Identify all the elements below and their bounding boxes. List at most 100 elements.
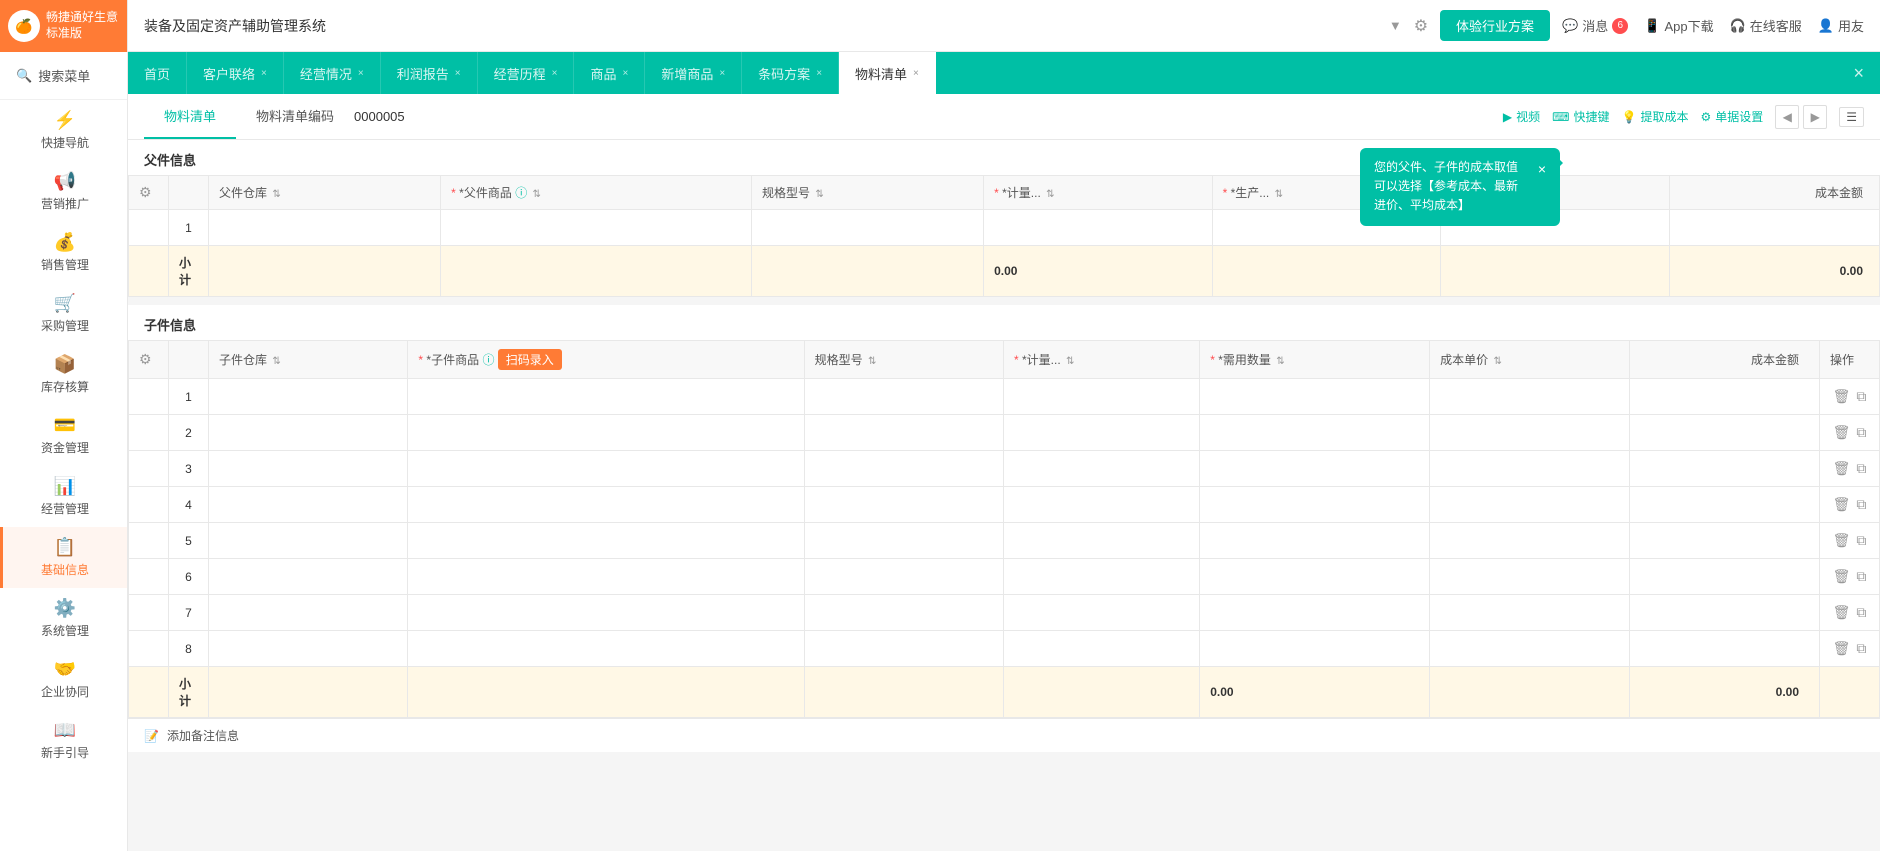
tab-home[interactable]: 首页 bbox=[128, 52, 187, 94]
sort-icon[interactable]: ⇅ bbox=[272, 356, 280, 367]
sidebar-item-finance[interactable]: 💳 资金管理 bbox=[0, 405, 127, 466]
td-child-quantity[interactable] bbox=[1200, 631, 1430, 667]
copy-icon[interactable]: ⧉ bbox=[1856, 604, 1866, 621]
td-child-unit-cost[interactable] bbox=[1430, 487, 1629, 523]
single-settings-link[interactable]: ⚙ 单据设置 bbox=[1700, 108, 1763, 125]
sub-tab-bom-code[interactable]: 物料清单编码 bbox=[236, 94, 354, 139]
td-child-warehouse[interactable] bbox=[209, 415, 408, 451]
view-link[interactable]: ▶ 视频 bbox=[1503, 108, 1540, 125]
delete-icon[interactable]: 🗑 bbox=[1833, 532, 1851, 549]
gear-icon[interactable]: ⚙ bbox=[139, 184, 152, 200]
td-child-spec[interactable] bbox=[804, 523, 1003, 559]
td-child-unit[interactable] bbox=[1003, 451, 1199, 487]
add-note-text[interactable]: 添加备注信息 bbox=[167, 727, 239, 744]
sort-icon[interactable]: ⇅ bbox=[533, 189, 541, 200]
online-service-btn[interactable]: 🎧 在线客服 bbox=[1730, 16, 1802, 35]
tab-close-icon[interactable]: × bbox=[261, 68, 267, 79]
experience-btn[interactable]: 体验行业方案 bbox=[1440, 10, 1550, 41]
sidebar-item-basic-info[interactable]: 📋 基础信息 bbox=[0, 527, 127, 588]
td-child-spec[interactable] bbox=[804, 487, 1003, 523]
sidebar-item-enterprise[interactable]: 🤝 企业协同 bbox=[0, 649, 127, 710]
dropdown-arrow-icon[interactable]: ▼ bbox=[1389, 18, 1402, 33]
td-child-spec[interactable] bbox=[804, 379, 1003, 415]
delete-icon[interactable]: 🗑 bbox=[1833, 496, 1851, 513]
td-child-unit-cost[interactable] bbox=[1430, 523, 1629, 559]
tab-close-icon[interactable]: × bbox=[358, 68, 364, 79]
sort-icon[interactable]: ⇅ bbox=[272, 189, 280, 200]
sort-icon[interactable]: ⇅ bbox=[815, 189, 823, 200]
sidebar-item-marketing[interactable]: 📢 营销推广 bbox=[0, 161, 127, 222]
sort-icon[interactable]: ⇅ bbox=[1276, 356, 1284, 367]
sort-icon[interactable]: ⇅ bbox=[1066, 356, 1074, 367]
delete-icon[interactable]: 🗑 bbox=[1833, 388, 1851, 405]
sidebar-item-inventory[interactable]: 📦 库存核算 bbox=[0, 344, 127, 405]
sort-icon[interactable]: ⇅ bbox=[1046, 189, 1054, 200]
td-child-warehouse[interactable] bbox=[209, 631, 408, 667]
tab-goods[interactable]: 商品 × bbox=[574, 52, 645, 94]
td-child-goods[interactable] bbox=[408, 631, 804, 667]
td-child-unit[interactable] bbox=[1003, 415, 1199, 451]
message-btn[interactable]: 💬 消息 6 bbox=[1562, 16, 1628, 35]
settings-icon[interactable]: ⚙ bbox=[1414, 16, 1428, 36]
copy-icon[interactable]: ⧉ bbox=[1856, 388, 1866, 405]
sub-tab-bom-list[interactable]: 物料清单 bbox=[144, 94, 236, 139]
tab-customer[interactable]: 客户联络 × bbox=[187, 52, 284, 94]
tab-close-icon[interactable]: × bbox=[719, 68, 725, 79]
td-child-warehouse[interactable] bbox=[209, 523, 408, 559]
user-btn[interactable]: 👤 用友 bbox=[1818, 16, 1864, 35]
td-child-warehouse[interactable] bbox=[209, 595, 408, 631]
td-child-goods[interactable] bbox=[408, 559, 804, 595]
td-child-spec[interactable] bbox=[804, 559, 1003, 595]
td-child-unit[interactable] bbox=[1003, 559, 1199, 595]
nav-close-all-btn[interactable]: × bbox=[1837, 63, 1880, 84]
tab-close-icon[interactable]: × bbox=[816, 68, 822, 79]
tab-history[interactable]: 经营历程 × bbox=[478, 52, 575, 94]
td-spec[interactable] bbox=[751, 210, 983, 246]
copy-icon[interactable]: ⧉ bbox=[1856, 424, 1866, 441]
tab-bom[interactable]: 物料清单 × bbox=[839, 52, 936, 94]
copy-icon[interactable]: ⧉ bbox=[1856, 532, 1866, 549]
delete-icon[interactable]: 🗑 bbox=[1833, 568, 1851, 585]
search-menu-button[interactable]: 🔍 搜索菜单 bbox=[8, 60, 119, 91]
next-btn[interactable]: ▶ bbox=[1803, 105, 1827, 129]
td-child-goods[interactable] bbox=[408, 595, 804, 631]
td-child-warehouse[interactable] bbox=[209, 559, 408, 595]
td-child-goods[interactable] bbox=[408, 415, 804, 451]
td-child-spec[interactable] bbox=[804, 631, 1003, 667]
delete-icon[interactable]: 🗑 bbox=[1833, 604, 1851, 621]
td-child-spec[interactable] bbox=[804, 595, 1003, 631]
tab-close-icon[interactable]: × bbox=[622, 68, 628, 79]
td-child-unit-cost[interactable] bbox=[1430, 595, 1629, 631]
app-download-btn[interactable]: 📱 App下载 bbox=[1644, 16, 1713, 35]
td-unit[interactable] bbox=[984, 210, 1212, 246]
tab-profit[interactable]: 利润报告 × bbox=[381, 52, 478, 94]
td-child-quantity[interactable] bbox=[1200, 559, 1430, 595]
td-child-quantity[interactable] bbox=[1200, 379, 1430, 415]
td-child-quantity[interactable] bbox=[1200, 523, 1430, 559]
sort-icon[interactable]: ⇅ bbox=[1494, 356, 1502, 367]
td-child-goods[interactable] bbox=[408, 379, 804, 415]
prev-btn[interactable]: ◀ bbox=[1775, 105, 1799, 129]
td-child-warehouse[interactable] bbox=[209, 451, 408, 487]
tab-add-goods[interactable]: 新增商品 × bbox=[645, 52, 742, 94]
td-child-unit[interactable] bbox=[1003, 487, 1199, 523]
td-child-unit[interactable] bbox=[1003, 595, 1199, 631]
td-child-unit[interactable] bbox=[1003, 631, 1199, 667]
tab-close-icon[interactable]: × bbox=[455, 68, 461, 79]
scan-btn[interactable]: 扫码录入 bbox=[498, 349, 562, 370]
copy-icon[interactable]: ⧉ bbox=[1856, 460, 1866, 477]
list-view-btn[interactable]: ☰ bbox=[1839, 107, 1864, 127]
td-child-goods[interactable] bbox=[408, 451, 804, 487]
td-parent-warehouse[interactable] bbox=[209, 210, 441, 246]
shortcut-link[interactable]: ⌨ 快捷键 bbox=[1552, 108, 1609, 125]
td-child-unit[interactable] bbox=[1003, 379, 1199, 415]
sidebar-item-purchase[interactable]: 🛒 采购管理 bbox=[0, 283, 127, 344]
td-child-spec[interactable] bbox=[804, 415, 1003, 451]
gear-icon[interactable]: ⚙ bbox=[139, 351, 152, 367]
sidebar-item-sales[interactable]: 💰 销售管理 bbox=[0, 222, 127, 283]
copy-icon[interactable]: ⧉ bbox=[1856, 496, 1866, 513]
td-child-goods[interactable] bbox=[408, 523, 804, 559]
td-child-quantity[interactable] bbox=[1200, 595, 1430, 631]
td-child-goods[interactable] bbox=[408, 487, 804, 523]
td-child-unit-cost[interactable] bbox=[1430, 451, 1629, 487]
